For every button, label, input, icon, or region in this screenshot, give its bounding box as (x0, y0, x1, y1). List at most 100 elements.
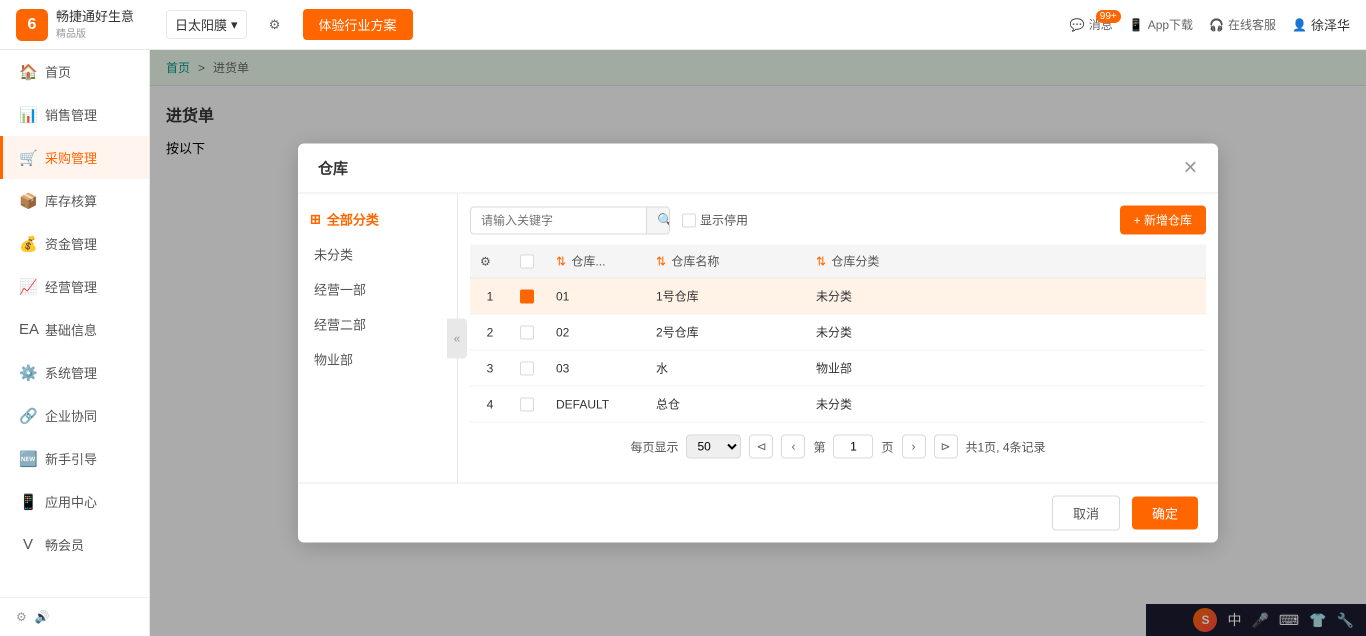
sidebar-item-finance[interactable]: 💰资金管理 (0, 222, 149, 265)
row-name: 2号仓库 (646, 314, 806, 350)
message-icon: 💬 (1070, 18, 1085, 32)
system-icon: ⚙️ (19, 364, 37, 382)
top-header: 6 畅捷通好生意 精品版 日太阳膜 ▾ ⚙ 体验行业方案 💬 消息 99+ 📱 … (0, 0, 1366, 50)
th-name: ⇅ 仓库名称 (646, 245, 806, 279)
sort-icon-code: ⇅ (556, 255, 566, 269)
select-all-checkbox[interactable] (520, 254, 534, 268)
collapse-panel-button[interactable]: « (447, 318, 467, 358)
table-panel: 🔍 显示停用 + 新增仓库 ⚙ (458, 194, 1218, 483)
next-page-button[interactable]: › (902, 435, 926, 459)
search-input[interactable] (471, 208, 646, 232)
sidebar-item-appcenter[interactable]: 📱应用中心 (0, 480, 149, 523)
settings-icon[interactable]: ⚙ (259, 9, 291, 41)
appcenter-label: 应用中心 (45, 492, 97, 511)
page-unit: 页 (881, 438, 893, 455)
show-disabled-checkbox[interactable] (682, 213, 696, 227)
dialog-header: 仓库 ✕ (298, 144, 1218, 194)
search-button[interactable]: 🔍 (646, 207, 670, 233)
sidebar-item-enterprise[interactable]: 🔗企业协同 (0, 394, 149, 437)
online-service-item[interactable]: 🎧 在线客服 (1209, 16, 1276, 33)
sidebar-bottom[interactable]: ⚙ 🔊 (0, 597, 149, 636)
per-page-select[interactable]: 50 20 100 (686, 435, 741, 459)
show-disabled-label[interactable]: 显示停用 (682, 212, 748, 229)
confirm-button[interactable]: 确定 (1132, 497, 1198, 530)
category-item[interactable]: 未分类 (298, 237, 457, 272)
row-category: 未分类 (806, 278, 1206, 314)
store-name: 日太阳膜 (175, 15, 227, 34)
sort-icon-category: ⇅ (816, 255, 826, 269)
sidebar-item-operations[interactable]: 📈经营管理 (0, 265, 149, 308)
dialog-body: ⊞ 全部分类 未分类经营一部经营二部物业部 « 🔍 (298, 194, 1218, 483)
brand-sub: 精品版 (56, 25, 134, 40)
main-layout: 🏠首页📊销售管理🛒采购管理📦库存核算💰资金管理📈经营管理EA基础信息⚙️系统管理… (0, 50, 1366, 636)
sidebar-item-member[interactable]: V畅会员 (0, 523, 149, 566)
sidebar-item-sales[interactable]: 📊销售管理 (0, 93, 149, 136)
row-code: 01 (546, 278, 646, 314)
content-area: 首页 > 进货单 进货单 按以下 仓库 ✕ ⊞ 全部分类 (150, 50, 1366, 636)
messages-item[interactable]: 💬 消息 99+ (1070, 16, 1113, 33)
row-code: 02 (546, 314, 646, 350)
sidebar-item-guide[interactable]: 🆕新手引导 (0, 437, 149, 480)
table-row[interactable]: 1 01 1号仓库 未分类 (470, 278, 1206, 314)
enterprise-icon: 🔗 (19, 407, 37, 425)
row-category: 物业部 (806, 350, 1206, 386)
row-number: 2 (470, 314, 510, 350)
sidebar: 🏠首页📊销售管理🛒采购管理📦库存核算💰资金管理📈经营管理EA基础信息⚙️系统管理… (0, 50, 150, 636)
settings-bottom-icon: ⚙ (16, 610, 27, 624)
warehouse-dialog: 仓库 ✕ ⊞ 全部分类 未分类经营一部经营二部物业部 « (298, 144, 1218, 543)
add-warehouse-button[interactable]: + 新增仓库 (1120, 206, 1206, 235)
page-number-input[interactable] (833, 435, 873, 459)
th-category: ⇅ 仓库分类 (806, 245, 1206, 279)
warehouse-table: ⚙ ⇅ 仓库... ⇅ 仓库名称 (470, 245, 1206, 423)
last-page-button[interactable]: ⊳ (934, 435, 958, 459)
sidebar-item-inventory[interactable]: 📦库存核算 (0, 179, 149, 222)
sidebar-item-system[interactable]: ⚙️系统管理 (0, 351, 149, 394)
sidebar-item-home[interactable]: 🏠首页 (0, 50, 149, 93)
row-name: 总仓 (646, 386, 806, 422)
app-download-item[interactable]: 📱 App下载 (1129, 16, 1193, 33)
table-row[interactable]: 4 DEFAULT 总仓 未分类 (470, 386, 1206, 422)
row-number: 4 (470, 386, 510, 422)
store-selector[interactable]: 日太阳膜 ▾ (166, 10, 247, 39)
category-item[interactable]: 物业部 (298, 342, 457, 377)
category-all-header[interactable]: ⊞ 全部分类 (298, 202, 457, 237)
grid-icon: ⊞ (310, 211, 321, 227)
purchase-label: 采购管理 (45, 148, 97, 167)
category-item[interactable]: 经营二部 (298, 307, 457, 342)
phone-icon: 📱 (1129, 18, 1144, 32)
category-item[interactable]: 经营一部 (298, 272, 457, 307)
sales-label: 销售管理 (45, 105, 97, 124)
prev-page-button[interactable]: ‹ (781, 435, 805, 459)
cancel-button[interactable]: 取消 (1052, 496, 1120, 531)
home-icon: 🏠 (19, 63, 37, 81)
search-box: 🔍 (470, 206, 670, 234)
sidebar-item-basic[interactable]: EA基础信息 (0, 308, 149, 351)
first-page-button[interactable]: ⊲ (749, 435, 773, 459)
basic-label: 基础信息 (45, 320, 97, 339)
brand-name: 畅捷通好生意 (56, 9, 134, 26)
table-row[interactable]: 2 02 2号仓库 未分类 (470, 314, 1206, 350)
trial-button[interactable]: 体验行业方案 (303, 9, 413, 40)
header-right: 💬 消息 99+ 📱 App下载 🎧 在线客服 👤 徐泽华 (1070, 15, 1350, 34)
user-avatar[interactable]: 👤 徐泽华 (1292, 15, 1350, 34)
table-row[interactable]: 3 03 水 物业部 (470, 350, 1206, 386)
brand-icon: 6 (16, 9, 48, 41)
row-checkbox[interactable] (520, 361, 534, 375)
online-service-label: 在线客服 (1228, 16, 1276, 33)
chevron-down-icon: ▾ (231, 17, 238, 33)
close-dialog-button[interactable]: ✕ (1183, 158, 1198, 179)
page-total: 共1页, 4条记录 (966, 438, 1046, 455)
inventory-label: 库存核算 (45, 191, 97, 210)
row-checkbox[interactable] (520, 289, 534, 303)
header-center: 日太阳膜 ▾ ⚙ 体验行业方案 (166, 9, 1070, 41)
row-number: 3 (470, 350, 510, 386)
guide-icon: 🆕 (19, 450, 37, 468)
finance-label: 资金管理 (45, 234, 97, 253)
row-checkbox-cell (510, 386, 546, 422)
category-all-label: 全部分类 (327, 210, 379, 229)
volume-icon: 🔊 (35, 610, 50, 624)
row-checkbox[interactable] (520, 325, 534, 339)
row-checkbox[interactable] (520, 397, 534, 411)
sidebar-item-purchase[interactable]: 🛒采购管理 (0, 136, 149, 179)
dialog-footer: 取消 确定 (298, 483, 1218, 543)
